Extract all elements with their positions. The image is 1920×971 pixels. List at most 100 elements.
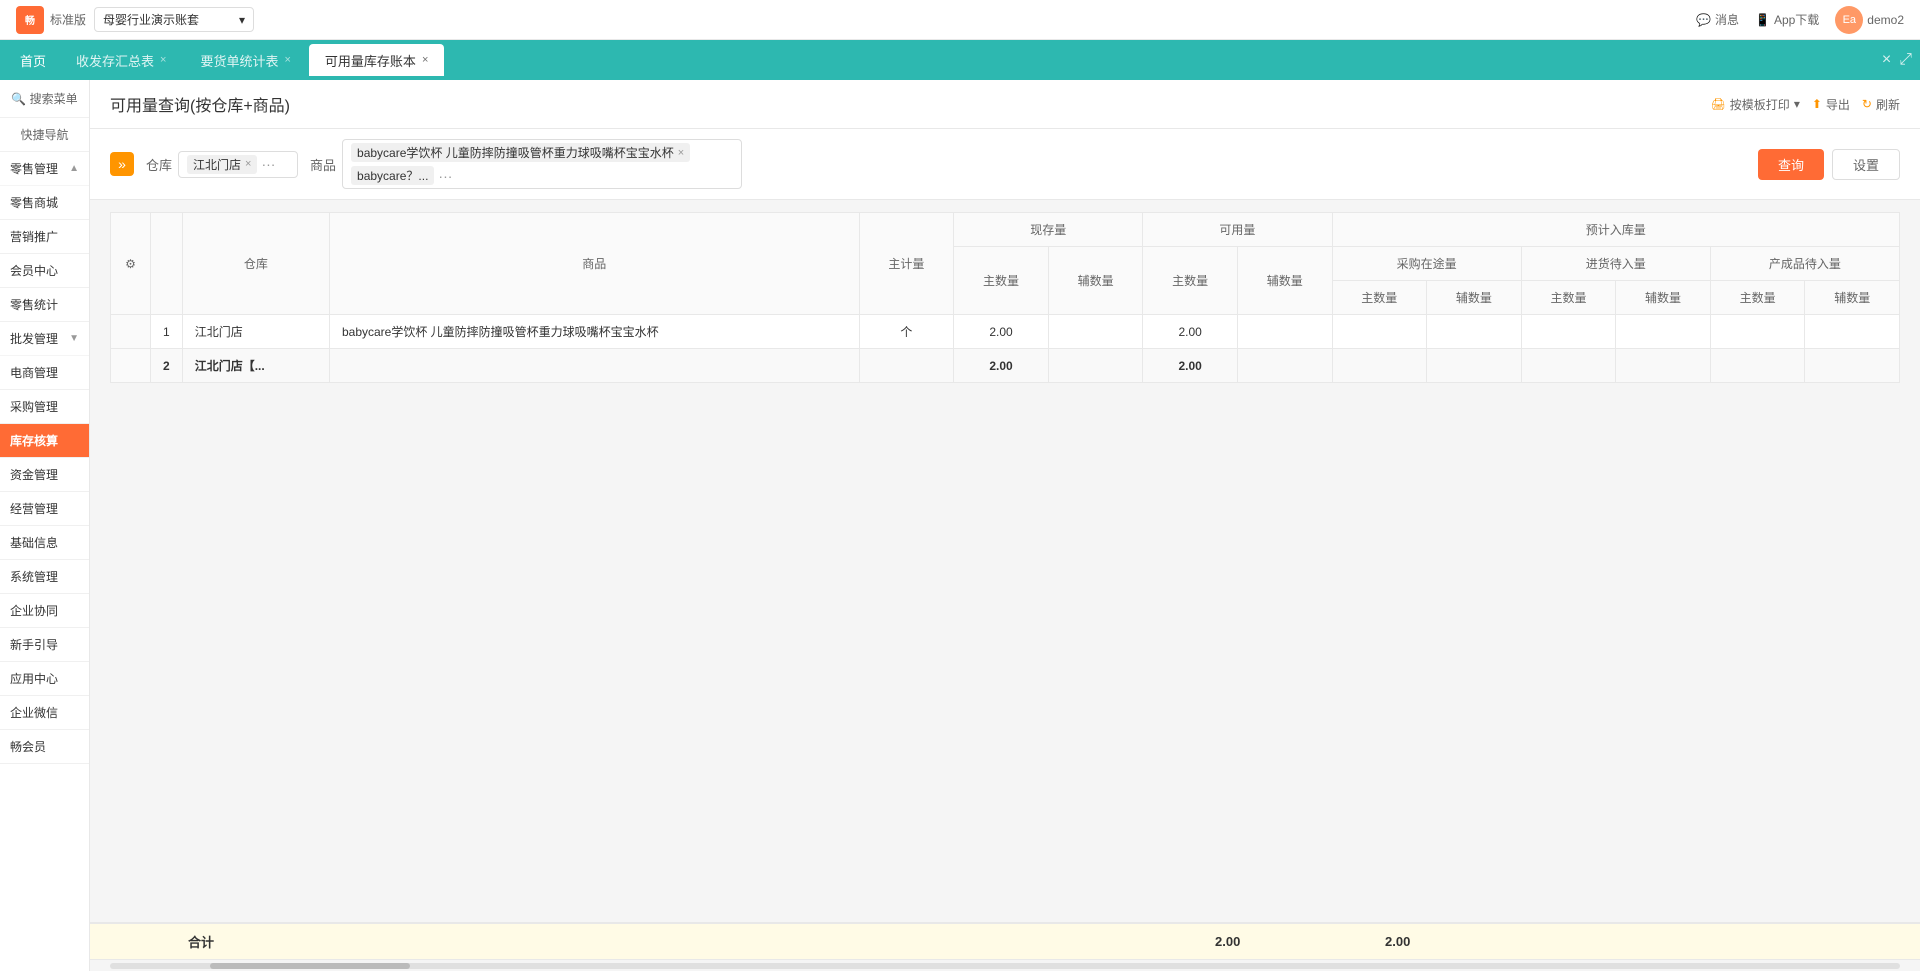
product-tag-2-text: babycare？... (357, 167, 428, 184)
print-label: 按模板打印 (1730, 96, 1790, 113)
close-icon[interactable]: × (284, 54, 290, 66)
sidebar-item-新手引导[interactable]: 新手引导 (0, 628, 89, 662)
th-production-section: 产成品待入量 (1710, 247, 1899, 281)
product-filter-input[interactable]: babycare学饮杯 儿童防摔防撞吸管杯重力球吸嘴杯宝宝水杯 × babyca… (342, 139, 742, 189)
th-available-aux: 辅数量 (1237, 247, 1332, 315)
available-main-cell: 2.00 (1143, 315, 1238, 349)
arrow-icon: ▲ (69, 163, 79, 174)
sidebar-item-营销推广[interactable]: 营销推广 (0, 220, 89, 254)
close-icon[interactable]: × (422, 54, 428, 66)
th-purchase-main: 主数量 (1332, 281, 1427, 315)
sidebar-label: 营销推广 (10, 230, 58, 244)
sidebar-item-基础信息[interactable]: 基础信息 (0, 526, 89, 560)
sidebar-item-采购管理[interactable]: 采购管理 (0, 390, 89, 424)
app-download-label: App下载 (1774, 11, 1819, 28)
filter-expand-btn[interactable]: » (110, 152, 134, 176)
sidebar-quick-nav[interactable]: 快捷导航 (0, 118, 89, 152)
product-tag-1: babycare学饮杯 儿童防摔防撞吸管杯重力球吸嘴杯宝宝水杯 × (351, 143, 690, 162)
query-button[interactable]: 查询 (1758, 149, 1824, 180)
footer-summary: 合计 2.00 2.00 (90, 922, 1920, 959)
settings-cell[interactable] (111, 315, 151, 349)
refresh-btn[interactable]: ↻ 刷新 (1862, 96, 1900, 113)
purchase-main-cell (1332, 349, 1427, 383)
export-btn[interactable]: ⬆ 导出 (1812, 96, 1850, 113)
mobile-icon: 📱 (1755, 13, 1770, 27)
close-icon[interactable]: × (160, 54, 166, 66)
sidebar-item-批发管理[interactable]: 批发管理 ▼ (0, 322, 89, 356)
settings-cell[interactable] (111, 349, 151, 383)
sidebar-item-会员中心[interactable]: 会员中心 (0, 254, 89, 288)
scroll-bar[interactable] (90, 959, 1920, 971)
tag-close-icon[interactable]: × (678, 147, 684, 159)
th-settings[interactable]: ⚙ (111, 213, 151, 315)
product-cell: babycare学饮杯 儿童防摔防撞吸管杯重力球吸嘴杯宝宝水杯 (329, 315, 859, 349)
tag-close-icon[interactable]: × (245, 158, 251, 170)
unit-cell: 个 (859, 315, 954, 349)
set-button[interactable]: 设置 (1832, 149, 1900, 180)
tab-要货单统计表[interactable]: 要货单统计表 × (184, 44, 306, 76)
sidebar-label: 系统管理 (10, 570, 58, 584)
sidebar-label: 零售商城 (10, 196, 58, 210)
sidebar-label: 采购管理 (10, 400, 58, 414)
sidebar-item-应用中心[interactable]: 应用中心 (0, 662, 89, 696)
production-aux-cell (1805, 315, 1900, 349)
sidebar-label: 资金管理 (10, 468, 58, 482)
sidebar-item-零售商城[interactable]: 零售商城 (0, 186, 89, 220)
sidebar-item-畅会员[interactable]: 畅会员 (0, 730, 89, 764)
sidebar-label: 电商管理 (10, 366, 58, 380)
quick-nav-label: 快捷导航 (20, 128, 68, 142)
sidebar-item-企业协同[interactable]: 企业协同 (0, 594, 89, 628)
th-index (151, 213, 183, 315)
production-main-cell (1710, 349, 1805, 383)
sidebar-label: 企业协同 (10, 604, 58, 618)
filter-more-icon[interactable]: ··· (438, 168, 452, 184)
sidebar-item-系统管理[interactable]: 系统管理 (0, 560, 89, 594)
sidebar-item-库存核算[interactable]: 库存核算 (0, 424, 89, 458)
sidebar-label: 零售统计 (10, 298, 58, 312)
nav-tabs: 首页 收发存汇总表 × 要货单统计表 × 可用量库存账本 × × ⤢ (0, 40, 1920, 80)
store-selector[interactable]: 母婴行业演示账套 ▾ (94, 7, 254, 32)
purchase-aux-cell (1427, 349, 1522, 383)
username: demo2 (1867, 13, 1904, 27)
message-btn[interactable]: 💬 消息 (1696, 11, 1739, 28)
user-area[interactable]: Ea demo2 (1835, 6, 1904, 34)
tab-label: 收发存汇总表 (76, 51, 154, 70)
th-unit: 主计量 (859, 213, 954, 315)
sidebar-label: 零售管理 (10, 160, 58, 177)
print-icon: 🖨 (1711, 97, 1726, 111)
print-btn[interactable]: 🖨 按模板打印 ▾ (1711, 96, 1800, 113)
warehouse-label: 仓库 (146, 155, 172, 174)
tab-home[interactable]: 首页 (8, 44, 58, 76)
sidebar-item-资金管理[interactable]: 资金管理 (0, 458, 89, 492)
maximize-btn[interactable]: ⤢ (1899, 51, 1912, 69)
tab-收发存汇总表[interactable]: 收发存汇总表 × (60, 44, 182, 76)
footer-label: 合计 (180, 932, 645, 951)
th-available-section: 可用量 (1143, 213, 1332, 247)
stock-main-cell: 2.00 (954, 315, 1049, 349)
sidebar-search[interactable]: 🔍 搜索菜单 (0, 80, 89, 118)
app-download-btn[interactable]: 📱 App下载 (1755, 11, 1819, 28)
th-stock-aux: 辅数量 (1048, 247, 1143, 315)
scroll-thumb[interactable] (210, 963, 410, 969)
warehouse-filter-input[interactable]: 江北门店 × ··· (178, 151, 298, 178)
sidebar-item-零售管理[interactable]: 零售管理 ▲ (0, 152, 89, 186)
page-title: 可用量查询(按仓库+商品) (110, 92, 290, 116)
message-label: 消息 (1715, 11, 1739, 28)
filter-more-icon[interactable]: ··· (261, 156, 275, 172)
close-all-btn[interactable]: × (1882, 51, 1891, 69)
footer-stock-main: 2.00 (1183, 934, 1273, 949)
arrow-icon: ▼ (69, 333, 79, 344)
sidebar-item-经营管理[interactable]: 经营管理 (0, 492, 89, 526)
incoming-aux-cell (1616, 315, 1711, 349)
sidebar-label: 库存核算 (10, 434, 58, 448)
th-incoming-aux: 辅数量 (1616, 281, 1711, 315)
product-label: 商品 (310, 155, 336, 174)
sidebar-label: 应用中心 (10, 672, 58, 686)
tab-可用量库存账本[interactable]: 可用量库存账本 × (309, 44, 444, 76)
purchase-aux-cell (1427, 315, 1522, 349)
product-tag-1-text: babycare学饮杯 儿童防摔防撞吸管杯重力球吸嘴杯宝宝水杯 (357, 144, 674, 161)
stock-main-cell bold: 2.00 (954, 349, 1049, 383)
sidebar-item-零售统计[interactable]: 零售统计 (0, 288, 89, 322)
sidebar-item-电商管理[interactable]: 电商管理 (0, 356, 89, 390)
sidebar-item-企业微信[interactable]: 企业微信 (0, 696, 89, 730)
